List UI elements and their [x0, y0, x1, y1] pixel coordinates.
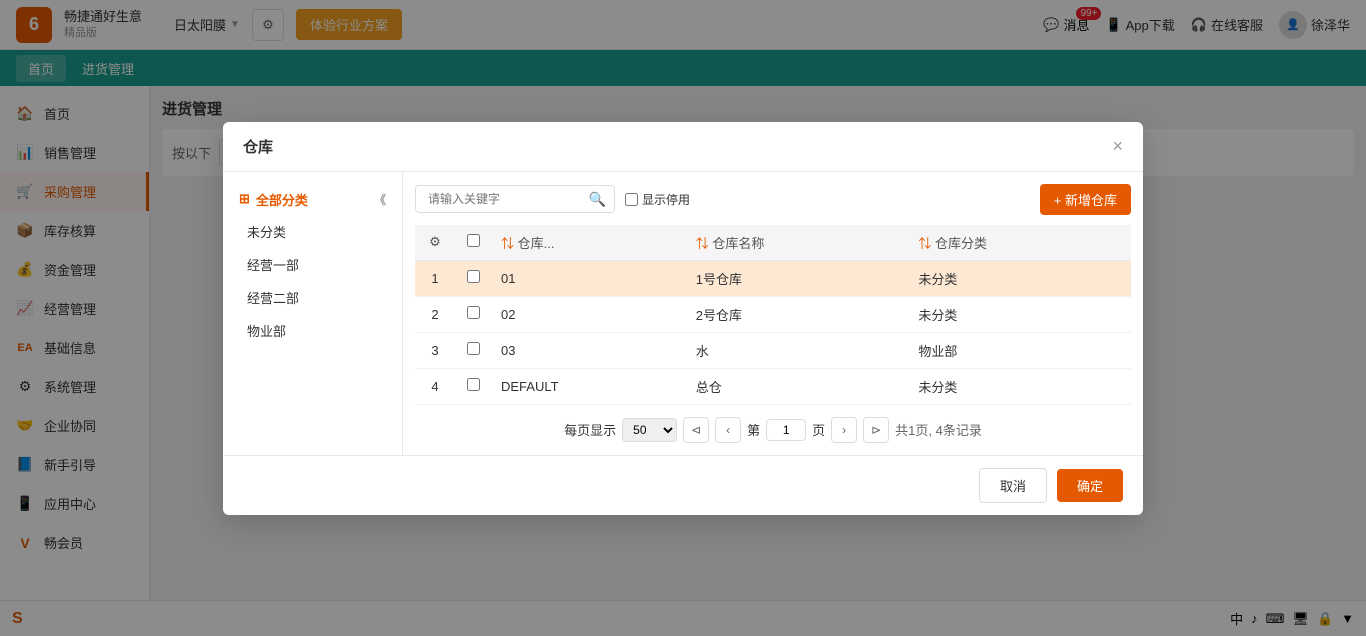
total-label: 共1页, 4条记录 — [895, 420, 982, 439]
sort-icon-name: ⇅ — [696, 236, 709, 251]
th-name: ⇅ 仓库名称 — [686, 225, 909, 261]
row-checkbox-1[interactable] — [467, 306, 480, 319]
row-check-1[interactable] — [455, 296, 491, 332]
row-code-2: 03 — [491, 332, 686, 368]
next-page-button[interactable]: › — [831, 417, 857, 443]
row-checkbox-2[interactable] — [467, 342, 480, 355]
category-all[interactable]: ⊞ 全部分类 《 — [223, 184, 402, 215]
row-code-3: DEFAULT — [491, 368, 686, 404]
pagination: 每页显示 50 100 200 ⊲ ‹ 第 页 › ⊳ 共1页, 4条记录 — [415, 405, 1131, 443]
gear-col-icon: ⚙ — [429, 234, 441, 249]
grid-icon: ⊞ — [239, 191, 250, 207]
page-label: 页 — [812, 420, 825, 439]
table-header-row: ⚙ ⇅ 仓库... ⇅ — [415, 225, 1131, 261]
search-input-wrap: 🔍 — [415, 185, 615, 213]
table-row[interactable]: 2 02 2号仓库 未分类 — [415, 296, 1131, 332]
row-name-3: 总仓 — [686, 368, 909, 404]
row-num-2: 3 — [431, 343, 438, 358]
row-code-1: 02 — [491, 296, 686, 332]
row-action-2: 3 — [415, 332, 455, 368]
row-name-1: 2号仓库 — [686, 296, 909, 332]
prev-page-button[interactable]: ‹ — [715, 417, 741, 443]
row-check-0[interactable] — [455, 260, 491, 296]
per-page-select[interactable]: 50 100 200 — [622, 418, 677, 442]
row-action-1: 2 — [415, 296, 455, 332]
search-icon[interactable]: 🔍 — [589, 191, 606, 208]
row-num-0: 1 — [431, 271, 438, 286]
table-area: 🔍 显示停用 + 新增仓库 ⚙ — [403, 172, 1143, 455]
table-row[interactable]: 3 03 水 物业部 — [415, 332, 1131, 368]
row-checkbox-0[interactable] — [467, 270, 480, 283]
row-category-3: 未分类 — [908, 368, 1131, 404]
th-code-label: 仓库... — [518, 236, 555, 251]
per-page-label: 每页显示 — [564, 420, 616, 439]
row-checkbox-3[interactable] — [467, 378, 480, 391]
show-disabled-toggle[interactable]: 显示停用 — [625, 191, 690, 208]
row-action-0: 1 — [415, 260, 455, 296]
category-item-1[interactable]: 经营一部 — [223, 248, 402, 281]
search-input[interactable] — [424, 186, 589, 212]
first-page-button[interactable]: ⊲ — [683, 417, 709, 443]
confirm-button[interactable]: 确定 — [1057, 469, 1123, 502]
category-item-3[interactable]: 物业部 — [223, 314, 402, 347]
th-code: ⇅ 仓库... — [491, 225, 686, 261]
category-item-2[interactable]: 经营二部 — [223, 281, 402, 314]
dialog-header: 仓库 × — [223, 122, 1143, 172]
row-code-0: 01 — [491, 260, 686, 296]
sort-icon: ⇅ — [501, 236, 514, 251]
add-warehouse-button[interactable]: + 新增仓库 — [1040, 184, 1131, 215]
sort-icon-cat: ⇅ — [918, 236, 931, 251]
category-item-0[interactable]: 未分类 — [223, 215, 402, 248]
cancel-button[interactable]: 取消 — [979, 468, 1047, 503]
row-action-3: 4 — [415, 368, 455, 404]
th-action: ⚙ — [415, 225, 455, 261]
row-num-3: 4 — [431, 379, 438, 394]
th-checkbox — [455, 225, 491, 261]
th-category: ⇅ 仓库分类 — [908, 225, 1131, 261]
th-name-label: 仓库名称 — [712, 236, 764, 251]
table-toolbar: 🔍 显示停用 + 新增仓库 — [415, 184, 1131, 215]
table-body: 1 01 1号仓库 未分类 2 02 2号仓库 未分类 3 — [415, 260, 1131, 404]
table-row[interactable]: 4 DEFAULT 总仓 未分类 — [415, 368, 1131, 404]
select-all-checkbox[interactable] — [467, 234, 480, 247]
row-category-0: 未分类 — [908, 260, 1131, 296]
dialog-body: ⊞ 全部分类 《 未分类 经营一部 经营二部 物业部 🔍 — [223, 172, 1143, 455]
warehouse-table: ⚙ ⇅ 仓库... ⇅ — [415, 225, 1131, 405]
page-number-input[interactable] — [766, 419, 806, 441]
category-tree: ⊞ 全部分类 《 未分类 经营一部 经营二部 物业部 — [223, 172, 403, 455]
last-page-button[interactable]: ⊳ — [863, 417, 889, 443]
table-row[interactable]: 1 01 1号仓库 未分类 — [415, 260, 1131, 296]
th-category-label: 仓库分类 — [935, 236, 987, 251]
collapse-icon: 《 — [374, 191, 386, 208]
row-check-2[interactable] — [455, 332, 491, 368]
row-name-2: 水 — [686, 332, 909, 368]
row-check-3[interactable] — [455, 368, 491, 404]
page-label-qian: 第 — [747, 420, 760, 439]
warehouse-dialog: 仓库 × ⊞ 全部分类 《 未分类 经营一部 经营二部 物业部 — [223, 122, 1143, 515]
row-name-0: 1号仓库 — [686, 260, 909, 296]
row-category-1: 未分类 — [908, 296, 1131, 332]
dialog-title: 仓库 — [243, 136, 273, 157]
row-num-1: 2 — [431, 307, 438, 322]
show-disabled-label: 显示停用 — [642, 191, 690, 208]
dialog-close-button[interactable]: × — [1112, 137, 1123, 155]
dialog-overlay: 仓库 × ⊞ 全部分类 《 未分类 经营一部 经营二部 物业部 — [0, 0, 1366, 636]
all-category-label: 全部分类 — [256, 190, 308, 209]
table-header: ⚙ ⇅ 仓库... ⇅ — [415, 225, 1131, 261]
row-category-2: 物业部 — [908, 332, 1131, 368]
dialog-footer: 取消 确定 — [223, 455, 1143, 515]
table-scroll-area: ⚙ ⇅ 仓库... ⇅ — [415, 225, 1131, 405]
show-disabled-checkbox[interactable] — [625, 193, 638, 206]
